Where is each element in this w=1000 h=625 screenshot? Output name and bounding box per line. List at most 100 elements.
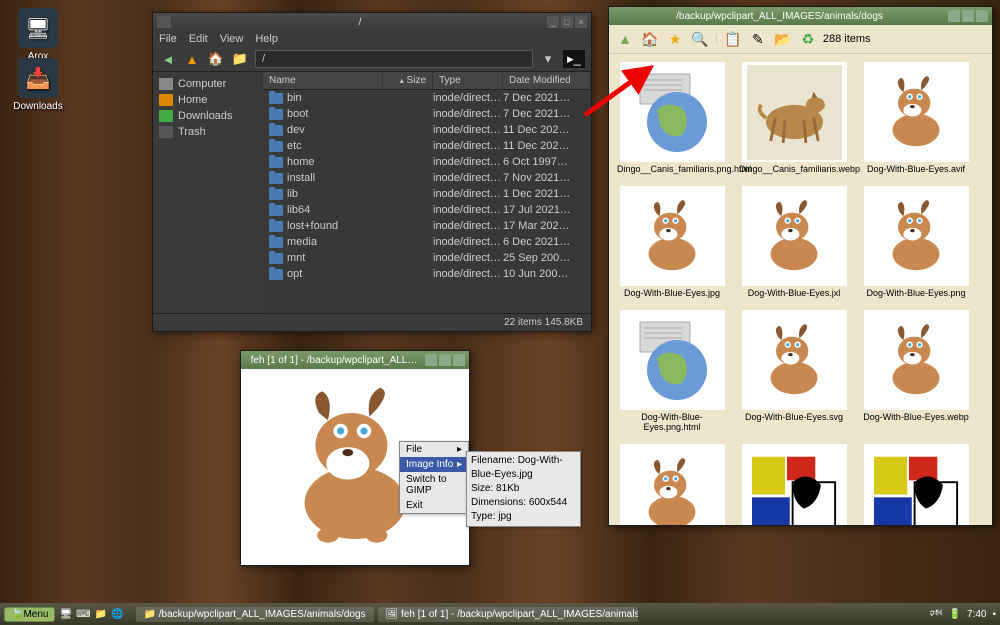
minimize-button[interactable]: _ [547, 16, 559, 28]
file-row[interactable]: lost+foundinode/direct…17 Mar 202… [263, 218, 591, 234]
up-icon[interactable]: ▲ [183, 50, 201, 68]
downloads-icon [159, 110, 173, 122]
menu-exit[interactable]: Exit [400, 498, 468, 513]
list-icon[interactable]: 📋 [723, 29, 743, 49]
col-name[interactable]: Name [263, 72, 383, 89]
back-icon[interactable]: ◄ [159, 50, 177, 68]
edit-icon[interactable]: ✎ [748, 29, 768, 49]
folder-icon [269, 157, 283, 168]
star-icon[interactable]: ★ [665, 29, 685, 49]
file-row[interactable]: lib64inode/direct…17 Jul 2021… [263, 202, 591, 218]
folder-icon: 📥 [18, 58, 58, 98]
thumbnail-label: Dog-With-Blue-Eyes.avif [861, 164, 971, 174]
minimize-button[interactable]: _ [948, 10, 960, 22]
dropdown-icon[interactable]: ▾ [539, 50, 557, 68]
menu-image-info[interactable]: Image Info▸ [400, 457, 468, 472]
menu-help[interactable]: Help [255, 33, 278, 45]
menu-view[interactable]: View [220, 33, 244, 45]
file-row[interactable]: libinode/direct…1 Dec 2021… [263, 186, 591, 202]
sidebar-item-downloads[interactable]: Downloads [157, 108, 259, 124]
thumbnail[interactable]: Dog-With-Blue-Eyes.png [861, 186, 971, 298]
menu-edit[interactable]: Edit [189, 33, 208, 45]
close-button[interactable]: × [453, 354, 465, 366]
task-item[interactable]: 📁 /backup/wpclipart_ALL_IMAGES/animals/d… [136, 607, 374, 622]
thumbnail-image [620, 186, 725, 286]
thumbnail[interactable]: Dog-With-Blue-Eyes.jxl [739, 186, 849, 298]
menu-button[interactable]: 🍃Menu [4, 607, 55, 622]
folder-icon[interactable]: 📁 [231, 50, 249, 68]
tray-icon[interactable]: 🔋 [949, 609, 961, 620]
path-input[interactable]: / [255, 50, 533, 68]
column-headers: Name ▴ Size Type Date Modified [263, 72, 591, 90]
file-row[interactable]: devinode/direct…11 Dec 202… [263, 122, 591, 138]
maximize-button[interactable]: □ [561, 16, 573, 28]
menu-file[interactable]: File [159, 33, 177, 45]
thumbnail[interactable]: Dog-With-Blue-Eyes.avif [861, 62, 971, 174]
thumbnail[interactable]: Dog-With-Blue-Eyes.webp [861, 310, 971, 432]
sidebar-item-home[interactable]: Home [157, 92, 259, 108]
folder-icon [269, 93, 283, 104]
col-type[interactable]: Type [433, 72, 503, 89]
thumbnail[interactable] [617, 444, 727, 525]
close-button[interactable]: × [575, 16, 587, 28]
task-item[interactable]: 🖼 feh [1 of 1] - /backup/wpclipart_ALL_I… [378, 607, 638, 622]
info-dimensions: Dimensions: 600x544 [471, 496, 576, 510]
thumbnail-image [864, 186, 969, 286]
up-icon[interactable]: ▲ [615, 29, 635, 49]
sidebar: Computer Home Downloads Trash [153, 72, 263, 313]
thumbnail[interactable] [739, 444, 849, 525]
context-menu: File▸ Image Info▸ Switch to GIMP Exit [399, 441, 469, 514]
close-button[interactable]: × [976, 10, 988, 22]
show-desktop-icon[interactable]: 🖥 [59, 609, 72, 620]
folder-icon [269, 189, 283, 200]
menu-file[interactable]: File▸ [400, 442, 468, 457]
file-row[interactable]: mntinode/direct…25 Sep 200… [263, 250, 591, 266]
col-date[interactable]: Date Modified [503, 72, 591, 89]
thumbnail-image [742, 444, 847, 525]
window-title: feh [1 of 1] - /backup/wpclipart_ALL… [245, 355, 423, 366]
thumbnail-image [864, 310, 969, 410]
thumbnail[interactable]: Dingo__Canis_familiaris.png.html [617, 62, 727, 174]
file-row[interactable]: installinode/direct…7 Nov 2021… [263, 170, 591, 186]
file-row[interactable]: optinode/direct…10 Jun 200… [263, 266, 591, 282]
menu-switch-gimp[interactable]: Switch to GIMP [400, 472, 468, 498]
file-row[interactable]: etcinode/direct…11 Dec 202… [263, 138, 591, 154]
folder-icon [269, 221, 283, 232]
file-row[interactable]: bininode/direct…7 Dec 2021… [263, 90, 591, 106]
maximize-button[interactable]: □ [439, 354, 451, 366]
thumbnail[interactable]: Dog-With-Blue-Eyes.jpg [617, 186, 727, 298]
maximize-button[interactable]: □ [962, 10, 974, 22]
window-title: /backup/wpclipart_ALL_IMAGES/animals/dog… [613, 11, 946, 22]
zoom-icon[interactable]: 🔍 [690, 29, 710, 49]
col-size[interactable]: ▴ Size [383, 72, 433, 89]
file-row[interactable]: bootinode/direct…7 Dec 2021… [263, 106, 591, 122]
files-icon[interactable]: 📁 [95, 609, 107, 620]
thumbnail[interactable]: Dingo__Canis_familiaris.webp [739, 62, 849, 174]
sidebar-item-computer[interactable]: Computer [157, 76, 259, 92]
clock[interactable]: 7:40 [967, 609, 986, 620]
terminal-icon[interactable]: ▸_ [563, 50, 585, 68]
titlebar[interactable]: feh [1 of 1] - /backup/wpclipart_ALL… _ … [241, 351, 469, 369]
home-icon[interactable]: 🏠 [207, 50, 225, 68]
titlebar[interactable]: /backup/wpclipart_ALL_IMAGES/animals/dog… [609, 7, 992, 25]
thumbnail[interactable]: Dog-With-Blue-Eyes.svg [739, 310, 849, 432]
desktop-icon-arox[interactable]: 🖥 Arox [8, 8, 68, 62]
refresh-icon[interactable]: ♻ [798, 29, 818, 49]
home-icon[interactable]: 🏠 [640, 29, 660, 49]
thumbnail[interactable] [861, 444, 971, 525]
desktop-icon-downloads[interactable]: 📥 Downloads [8, 58, 68, 112]
file-row[interactable]: mediainode/direct…6 Dec 2021… [263, 234, 591, 250]
browser-icon[interactable]: 🌐 [111, 609, 123, 620]
image-canvas[interactable]: File▸ Image Info▸ Switch to GIMP Exit Fi… [241, 369, 469, 565]
info-filename: Filename: Dog-With-Blue-Eyes.jpg [471, 454, 576, 482]
open-icon[interactable]: 📂 [773, 29, 793, 49]
titlebar[interactable]: / _ □ × [153, 13, 591, 31]
minimize-button[interactable]: _ [425, 354, 437, 366]
sidebar-item-trash[interactable]: Trash [157, 124, 259, 140]
tray-icon[interactable]: 🕬 [930, 606, 943, 623]
thumbnail[interactable]: Dog-With-Blue-Eyes.png.html [617, 310, 727, 432]
terminal-icon[interactable]: ⌨ [76, 609, 90, 620]
folder-icon [269, 141, 283, 152]
file-row[interactable]: homeinode/direct…6 Oct 1997… [263, 154, 591, 170]
tray-icon[interactable]: ▪ [992, 609, 996, 620]
